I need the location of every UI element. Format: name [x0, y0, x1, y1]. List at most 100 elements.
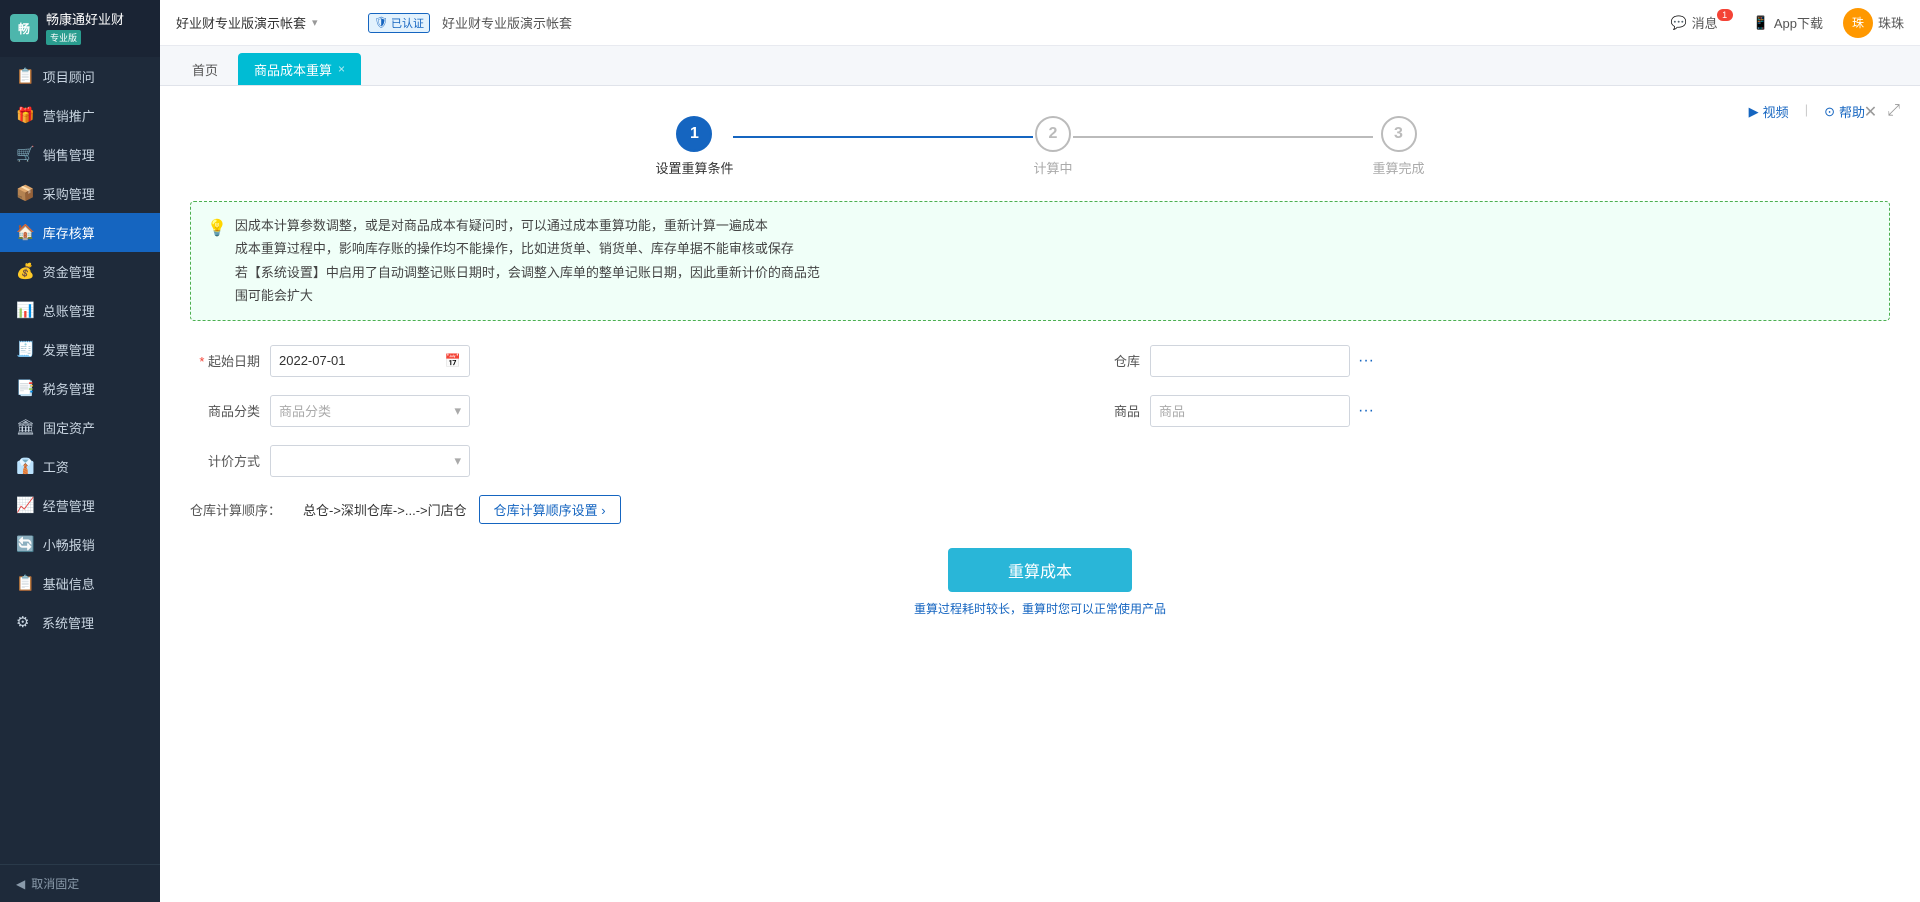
sidebar-item-label-finance: 资金管理	[43, 262, 95, 281]
sidebar-item-invoice[interactable]: 🧾 发票管理	[0, 330, 160, 369]
tab-home[interactable]: 首页	[176, 53, 234, 85]
step-1-circle: 1	[676, 116, 712, 152]
sidebar-item-accounting[interactable]: 📊总账管理	[0, 291, 160, 330]
main-action-container: 重算成本 重算过程耗时较长，重算时您可以正常使用产品	[190, 548, 1890, 617]
logo-icon: 畅	[10, 14, 38, 42]
goods-label: 商品	[1070, 401, 1150, 420]
invoice-icon: 🧾	[16, 340, 35, 358]
recalc-button[interactable]: 重算成本	[948, 548, 1132, 592]
user-menu[interactable]: 珠 珠珠	[1843, 8, 1904, 38]
sidebar-item-finance[interactable]: 💰 资金管理	[0, 252, 160, 291]
chevron-down-icon: ▾	[312, 16, 318, 29]
start-date-input[interactable]: 2022-07-01 📅	[270, 345, 470, 377]
step-2-circle: 2	[1035, 116, 1071, 152]
sidebar: 畅 畅康通好业财 专业版 📋 项目顾问 🎁 营销推广 🛒 销售管理 📦采购管理 🏠 库存核算 💰 资…	[0, 0, 160, 902]
marketing-icon: 🎁	[16, 106, 35, 124]
step-2: 2 计算中	[1033, 116, 1072, 177]
tab-recalc[interactable]: 商品成本重算 ×	[238, 53, 361, 85]
finance-icon: 💰	[16, 262, 35, 280]
sidebar-item-system[interactable]: ⚙系统管理	[0, 603, 160, 642]
content-inner: ✕ ⤢ ▶ 视频 | ⊙ 帮助 1	[160, 86, 1920, 902]
sidebar-item-label-expense: 小畅报销	[43, 535, 95, 554]
project-icon: 📋	[16, 67, 35, 85]
account-selector[interactable]: 好业财专业版演示帐套 ▾	[176, 13, 356, 32]
start-date-label: 起始日期	[190, 351, 270, 370]
warehouse-dots-button[interactable]: ···	[1358, 352, 1374, 370]
phone-icon: 📱	[1753, 15, 1769, 31]
sidebar-item-label-sales: 销售管理	[43, 145, 95, 164]
sidebar-unpin-button[interactable]: ◀ 取消固定	[0, 864, 160, 902]
form-row-3: 计价方式 ▾	[190, 445, 1890, 477]
sales-icon: 🛒	[16, 145, 35, 163]
expense-icon: 🔄	[16, 535, 35, 553]
sidebar-item-sales[interactable]: 🛒 销售管理	[0, 135, 160, 174]
sidebar-item-purchase[interactable]: 📦采购管理	[0, 174, 160, 213]
info-box: 💡 因成本计算参数调整，或是对商品成本有疑问时，可以通过成本重算功能，重新计算一…	[190, 201, 1890, 321]
sidebar-nav: 📋 项目顾问 🎁 营销推广 🛒 销售管理 📦采购管理 🏠 库存核算 💰 资金管理 📊总账管理 🧾 发票管理…	[0, 57, 160, 864]
sidebar-item-tax[interactable]: 📑 税务管理	[0, 369, 160, 408]
sidebar-item-ops[interactable]: 📈经营管理	[0, 486, 160, 525]
warehouse-order-row: 仓库计算顺序： 总仓->深圳仓库->...->门店仓 仓库计算顺序设置 ›	[190, 495, 1890, 524]
sidebar-item-label-tax: 税务管理	[43, 379, 95, 398]
tax-icon: 📑	[16, 379, 35, 397]
header-right: 💬 消息 1 📱 App下载 珠 珠珠	[1670, 8, 1904, 38]
category-col: 商品分类 商品分类 ▾	[190, 395, 1010, 427]
form-row-1: 起始日期 2022-07-01 📅 仓库 ···	[190, 345, 1890, 377]
sidebar-item-label-marketing: 营销推广	[43, 106, 95, 125]
sidebar-item-label-invoice: 发票管理	[43, 340, 95, 359]
step-3-circle: 3	[1381, 116, 1417, 152]
recalc-hint: 重算过程耗时较长，重算时您可以正常使用产品	[914, 600, 1166, 617]
header: 好业财专业版演示帐套 ▾ 🛡 已认证 好业财专业版演示帐套 💬 消息 1 📱 A…	[160, 0, 1920, 46]
avatar: 珠	[1843, 8, 1873, 38]
payroll-icon: 👔	[16, 457, 35, 475]
sidebar-item-label-inventory: 库存核算	[43, 223, 95, 242]
main-area: 好业财专业版演示帐套 ▾ 🛡 已认证 好业财专业版演示帐套 💬 消息 1 📱 A…	[160, 0, 1920, 902]
pricing-select[interactable]: ▾	[270, 445, 470, 477]
assets-icon: 🏛	[16, 418, 35, 436]
sidebar-item-label-accounting: 总账管理	[43, 301, 95, 320]
verified-badge: 🛡 已认证	[368, 13, 430, 33]
warehouse-label: 仓库	[1070, 351, 1150, 370]
warehouse-order-settings-button[interactable]: 仓库计算顺序设置 ›	[479, 495, 621, 524]
category-select[interactable]: 商品分类 ▾	[270, 395, 470, 427]
step-line-1	[733, 136, 1033, 138]
step-3-label: 重算完成	[1373, 158, 1425, 177]
step-1: 1 设置重算条件	[655, 116, 733, 177]
sidebar-item-assets[interactable]: 🏛 固定资产	[0, 408, 160, 447]
sidebar-item-label-payroll: 工资	[43, 457, 69, 476]
account-label: 好业财专业版演示帐套	[176, 13, 306, 32]
chevron-down-icon: ▾	[454, 403, 461, 419]
info-text: 因成本计算参数调整，或是对商品成本有疑问时，可以通过成本重算功能，重新计算一遍成…	[235, 214, 820, 308]
sidebar-item-label-assets: 固定资产	[43, 418, 95, 437]
messages-button[interactable]: 💬 消息 1	[1670, 13, 1732, 32]
account-name: 好业财专业版演示帐套	[442, 13, 572, 32]
app-download-button[interactable]: 📱 App下载	[1753, 13, 1823, 32]
tab-close-icon[interactable]: ×	[338, 62, 345, 76]
goods-input[interactable]: 商品	[1150, 395, 1350, 427]
sidebar-item-inventory[interactable]: 🏠 库存核算	[0, 213, 160, 252]
sidebar-item-label-project: 项目顾问	[43, 67, 95, 86]
sidebar-item-project[interactable]: 📋 项目顾问	[0, 57, 160, 96]
category-label: 商品分类	[190, 401, 270, 420]
warehouse-input[interactable]	[1150, 345, 1350, 377]
calendar-icon[interactable]: 📅	[445, 353, 461, 369]
bulb-icon: 💡	[207, 215, 227, 308]
message-icon: 💬	[1670, 15, 1686, 31]
warehouse-order-label: 仓库计算顺序：	[190, 500, 291, 519]
inventory-icon: 🏠	[16, 223, 35, 241]
sidebar-item-expense[interactable]: 🔄 小畅报销	[0, 525, 160, 564]
sidebar-item-basic[interactable]: 📋基础信息	[0, 564, 160, 603]
step-1-label: 设置重算条件	[655, 158, 733, 177]
sidebar-item-payroll[interactable]: 👔 工资	[0, 447, 160, 486]
content-area: ✕ ⤢ ▶ 视频 | ⊙ 帮助 1	[160, 86, 1920, 902]
pricing-col: 计价方式 ▾	[190, 445, 1890, 477]
sidebar-item-marketing[interactable]: 🎁 营销推广	[0, 96, 160, 135]
warehouse-col: 仓库 ···	[1010, 345, 1890, 377]
chevron-down-icon-pricing: ▾	[454, 453, 461, 469]
logo-text: 畅康通好业财 专业版	[46, 12, 124, 45]
step-2-label: 计算中	[1033, 158, 1072, 177]
tabs-bar: 首页 商品成本重算 ×	[160, 46, 1920, 86]
start-date-col: 起始日期 2022-07-01 📅	[190, 345, 1010, 377]
goods-dots-button[interactable]: ···	[1358, 402, 1374, 420]
pricing-label: 计价方式	[190, 451, 270, 470]
